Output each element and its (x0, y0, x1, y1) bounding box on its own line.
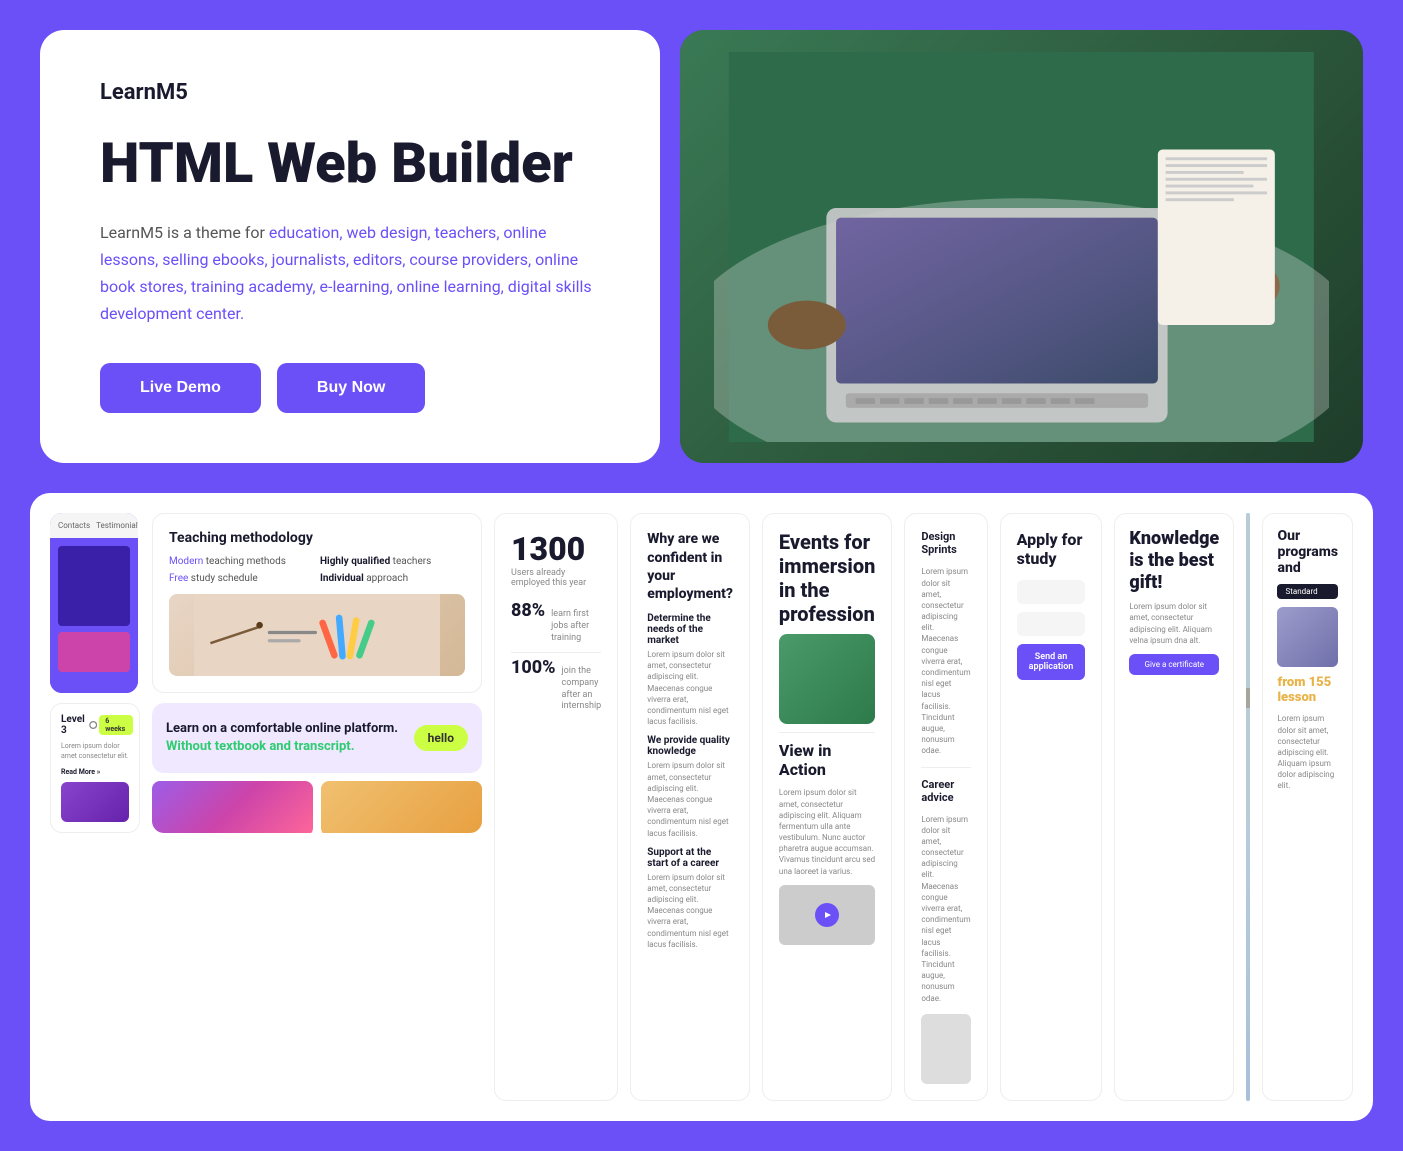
laptop-scene (680, 30, 1363, 463)
bottom-preview-section: Contacts Testimonials Help Level 3 6 wee… (30, 493, 1373, 1120)
stat-big-number: 1300 (511, 530, 601, 568)
sprints-divider (921, 767, 970, 768)
apply-title: Apply for study (1017, 530, 1086, 568)
hello-badge: hello (414, 725, 468, 751)
hero-description: LearnM5 is a theme for education, web de… (100, 219, 600, 328)
apply-name-input[interactable] (1017, 580, 1086, 604)
knowledge-card: Knowledge is the best gift! Lorem ipsum … (1114, 513, 1234, 1100)
sprint-title-1: Design Sprints (921, 530, 970, 556)
teaching-card: Teaching methodology Modern teaching met… (152, 513, 482, 693)
edit-icon (89, 720, 97, 730)
sprints-card: Design Sprints Lorem ipsum dolor sit ame… (904, 513, 987, 1100)
stat2-pct: 100% (511, 657, 555, 678)
conf-text-3: Lorem ipsum dolor sit amet, consectetur … (647, 872, 733, 950)
stat2-desc: join the company after an internship (561, 666, 601, 713)
knowledge-title: Knowledge is the best gift! (1129, 528, 1219, 593)
teaching-image (169, 594, 465, 676)
programs-preview-image (1277, 607, 1338, 667)
level-label: Level 3 (61, 714, 85, 736)
view-action-image (779, 885, 875, 945)
platform-text: Learn on a comfortable online platform. (166, 720, 398, 738)
programs-title: Our programs and (1277, 528, 1338, 576)
platform-row: Learn on a comfortable online platform. … (152, 703, 482, 773)
conf-title-3: Support at the start of a career (647, 847, 733, 869)
hero-card: LearnM5 HTML Web Builder LearnM5 is a th… (40, 30, 660, 463)
writing-illustration (169, 594, 465, 676)
teaching-grid: Modern teaching methods Highly qualified… (169, 556, 465, 584)
purple-mockup-card: Contacts Testimonials Help (50, 513, 138, 693)
live-demo-button[interactable]: Live Demo (100, 363, 261, 413)
sprints-image (921, 1014, 970, 1084)
mini-screen-dark (58, 546, 130, 626)
knowledge-btn[interactable]: Give a certificate (1129, 654, 1219, 675)
conf-title-2: We provide quality knowledge (647, 735, 733, 757)
teaching-title: Teaching methodology (169, 530, 465, 546)
play-icon[interactable] (815, 903, 839, 927)
stat1-desc: learn first jobs after training (551, 609, 601, 644)
confidence-card: Why are we confident in your employment?… (630, 513, 750, 1100)
hero-image-card: Home Live Demo Live Demo Blocks (680, 30, 1363, 463)
events-title: Events for immersion in the profession (779, 530, 875, 626)
brand-name: LearnM5 (100, 80, 600, 105)
confidence-title: Why are we confident in your employment? (647, 530, 733, 603)
view-action-desc: Lorem ipsum dolor sit amet, consectetur … (779, 787, 875, 877)
price-value: 155 (1309, 675, 1332, 690)
hero-title: HTML Web Builder (100, 133, 600, 195)
top-section: LearnM5 HTML Web Builder LearnM5 is a th… (0, 0, 1403, 493)
mini-content (50, 538, 138, 693)
mini-nav: Contacts Testimonials Help (50, 513, 138, 538)
view-action-title: View in Action (779, 741, 875, 779)
events-card: Events for immersion in the profession V… (762, 513, 892, 1100)
buy-now-button[interactable]: Buy Now (277, 363, 425, 413)
read-more-link[interactable]: Read More » (61, 768, 129, 776)
conf-text-1: Lorem ipsum dolor sit amet, consectetur … (647, 649, 733, 727)
col-mockup: Contacts Testimonials Help Level 3 6 wee… (50, 513, 140, 1100)
conf-text-2: Lorem ipsum dolor sit amet, consectetur … (647, 760, 733, 838)
stat1-pct: 88% (511, 600, 545, 621)
conf-title-1: Determine the needs of the market (647, 613, 733, 646)
divider (511, 652, 601, 653)
standard-badge: Standard (1277, 584, 1338, 599)
sprint-title-2: Career advice (921, 778, 970, 804)
mini-screen-pink (58, 632, 130, 672)
col-teaching: Teaching methodology Modern teaching met… (152, 513, 482, 1100)
img-yellow (321, 781, 482, 833)
laptop-card (1246, 513, 1250, 1100)
sprint-text-1: Lorem ipsum dolor sit amet, consectetur … (921, 566, 970, 756)
hero-buttons: Live Demo Buy Now (100, 363, 600, 413)
knowledge-text: Lorem ipsum dolor sit amet, consectetur … (1129, 601, 1219, 646)
price-highlight: from 155 lesson (1277, 675, 1338, 705)
stat-big-label: Users already employed this year (511, 568, 601, 588)
level-card: Level 3 6 weeks Lorem ipsum dolor amet c… (50, 703, 140, 833)
laptop-illustration (714, 52, 1329, 442)
apply-submit-btn[interactable]: Send an application (1017, 644, 1086, 680)
stat-row-1: 88% learn first jobs after training (511, 600, 601, 644)
events-image (779, 634, 875, 724)
img-pink (152, 781, 313, 833)
sprint-text-2: Lorem ipsum dolor sit amet, consectetur … (921, 814, 970, 1004)
apply-phone-input[interactable] (1017, 612, 1086, 636)
bottom-platform-card: Learn on a comfortable online platform. … (152, 703, 482, 833)
level-desc: Lorem ipsum dolor amet consectetur elit. (61, 742, 129, 762)
programs-card: Our programs and Standard from 155 lesso… (1262, 513, 1353, 1100)
conf-item-3: Support at the start of a career Lorem i… (647, 847, 733, 950)
platform-text2: Without textbook and transcript. (166, 738, 398, 756)
stats-card: 1300 Users already employed this year 88… (494, 513, 618, 1100)
level-image (61, 782, 129, 822)
conf-item-2: We provide quality knowledge Lorem ipsum… (647, 735, 733, 838)
stat-row-2: 100% join the company after an internshi… (511, 657, 601, 713)
apply-card: Apply for study Send an application (1000, 513, 1103, 1100)
laptop-desk-image (1246, 513, 1250, 823)
programs-desc: Lorem ipsum dolor sit amet, consectetur … (1277, 713, 1338, 791)
conf-item-1: Determine the needs of the market Lorem … (647, 613, 733, 727)
events-divider (779, 732, 875, 733)
weeks-badge: 6 weeks (99, 715, 133, 735)
